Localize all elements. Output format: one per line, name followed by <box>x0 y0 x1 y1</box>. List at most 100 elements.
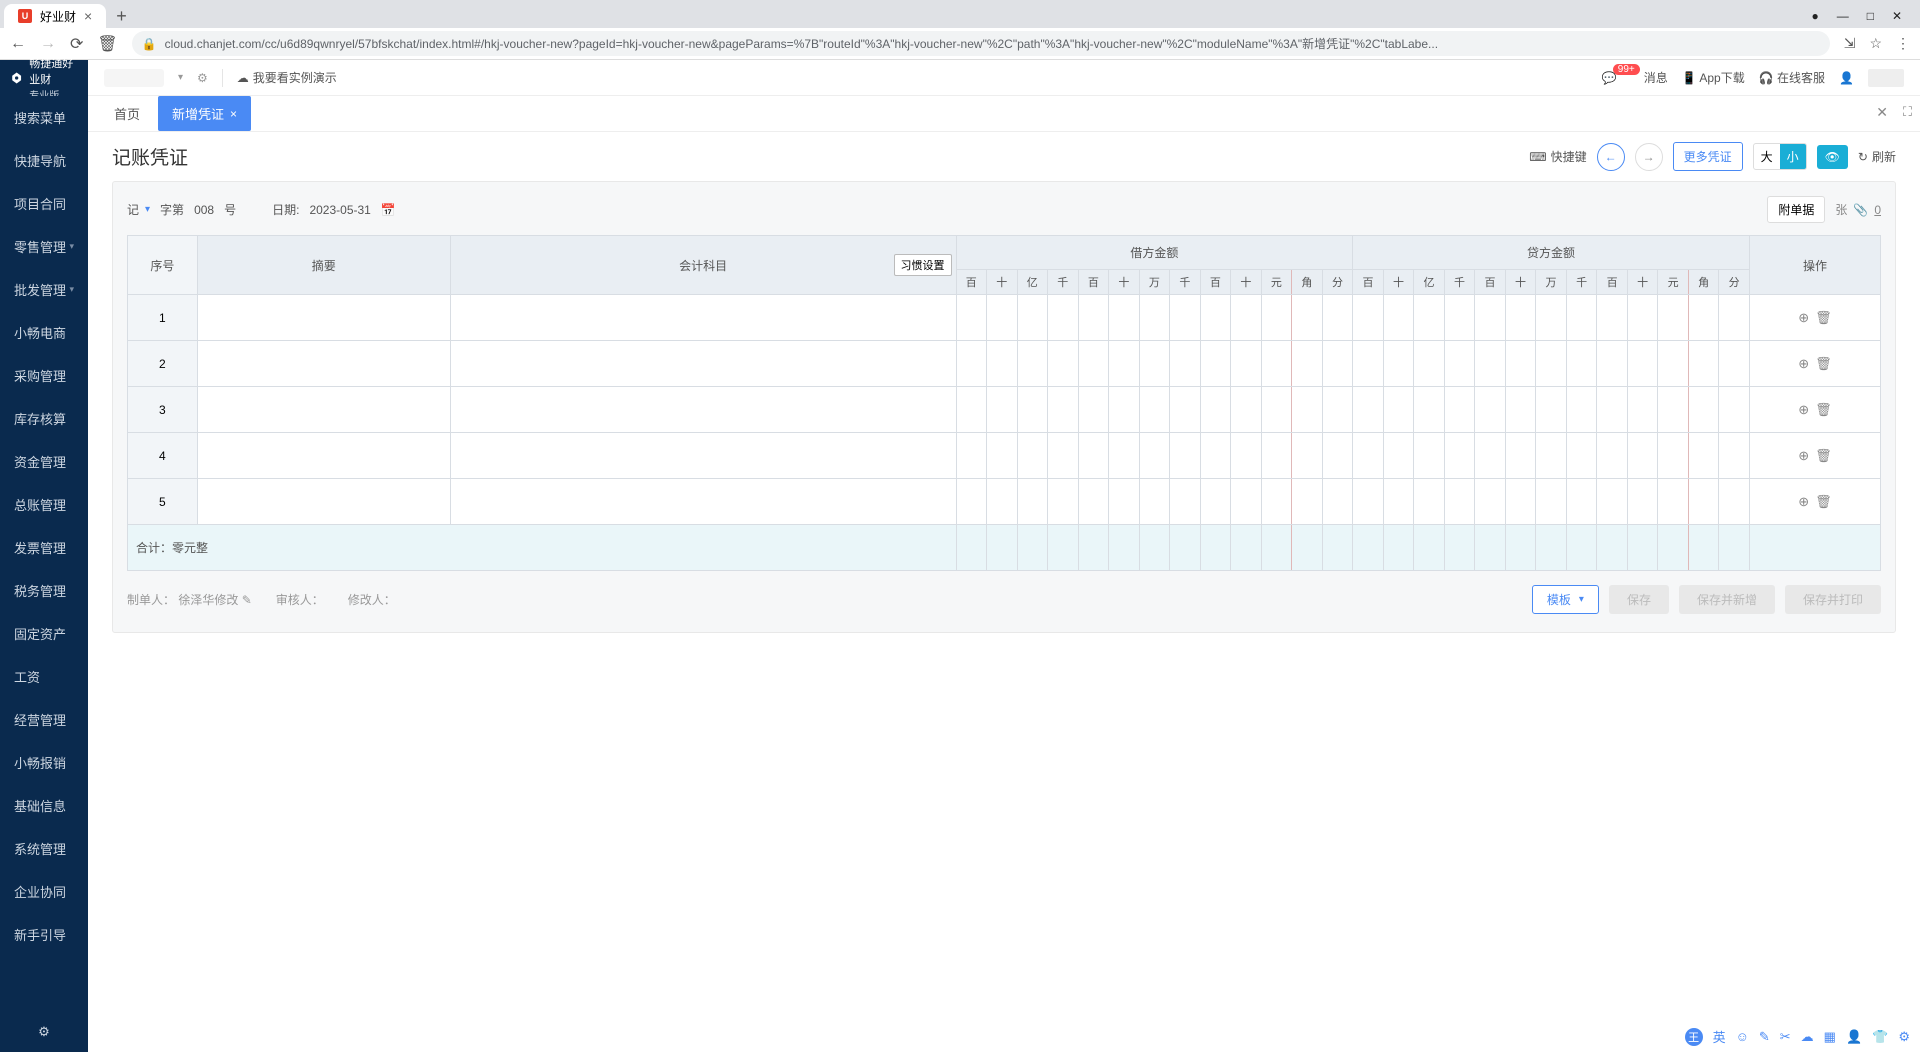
amount-digit-cell[interactable] <box>1627 433 1658 479</box>
user-name-placeholder[interactable] <box>1868 69 1904 87</box>
tray-grid-icon[interactable]: ▦ <box>1824 1029 1836 1045</box>
size-small-button[interactable]: 小 <box>1780 144 1806 169</box>
sidebar-item-4[interactable]: 批发管理▾ <box>0 268 88 311</box>
amount-digit-cell[interactable] <box>1475 387 1506 433</box>
add-row-icon[interactable]: ⊕ <box>1798 448 1809 463</box>
sidebar-item-14[interactable]: 经营管理 <box>0 698 88 741</box>
amount-digit-cell[interactable] <box>1505 341 1536 387</box>
subject-cell[interactable] <box>450 341 956 387</box>
habit-settings-button[interactable]: 习惯设置 <box>894 254 952 276</box>
amount-digit-cell[interactable] <box>1597 479 1628 525</box>
amount-digit-cell[interactable] <box>1566 341 1597 387</box>
sidebar-item-0[interactable]: 搜索菜单 <box>0 96 88 139</box>
amount-digit-cell[interactable] <box>1078 341 1109 387</box>
next-voucher-button[interactable]: → <box>1635 143 1663 171</box>
amount-digit-cell[interactable] <box>1139 341 1170 387</box>
amount-digit-cell[interactable] <box>1383 433 1414 479</box>
amount-digit-cell[interactable] <box>1536 295 1567 341</box>
amount-digit-cell[interactable] <box>1261 295 1292 341</box>
shortcut-button[interactable]: ⌨ 快捷键 <box>1529 148 1586 165</box>
amount-digit-cell[interactable] <box>1261 341 1292 387</box>
trash-icon[interactable]: 🗑 <box>97 34 117 54</box>
sidebar-item-18[interactable]: 企业协同 <box>0 870 88 913</box>
voucher-number[interactable]: 008 <box>194 203 214 217</box>
tray-cloud-icon[interactable]: ☁ <box>1801 1029 1814 1045</box>
tab-new-voucher[interactable]: 新增凭证 × <box>158 96 251 131</box>
amount-digit-cell[interactable] <box>1719 433 1750 479</box>
amount-digit-cell[interactable] <box>1383 341 1414 387</box>
sidebar-item-9[interactable]: 总账管理 <box>0 483 88 526</box>
amount-digit-cell[interactable] <box>1139 479 1170 525</box>
amount-digit-cell[interactable] <box>1475 295 1506 341</box>
amount-digit-cell[interactable] <box>1505 433 1536 479</box>
amount-digit-cell[interactable] <box>1139 387 1170 433</box>
calendar-icon[interactable]: 📅 <box>381 203 396 217</box>
summary-cell[interactable] <box>197 433 450 479</box>
amount-digit-cell[interactable] <box>1109 295 1140 341</box>
amount-digit-cell[interactable] <box>1292 433 1323 479</box>
amount-digit-cell[interactable] <box>1383 295 1414 341</box>
amount-digit-cell[interactable] <box>1231 341 1262 387</box>
tray-shirt-icon[interactable]: 👕 <box>1872 1029 1888 1045</box>
amount-digit-cell[interactable] <box>1597 295 1628 341</box>
amount-digit-cell[interactable] <box>1597 341 1628 387</box>
amount-digit-cell[interactable] <box>1658 341 1689 387</box>
back-icon[interactable]: ← <box>10 35 26 53</box>
amount-digit-cell[interactable] <box>956 433 987 479</box>
amount-digit-cell[interactable] <box>1048 341 1079 387</box>
amount-digit-cell[interactable] <box>1078 387 1109 433</box>
amount-digit-cell[interactable] <box>1566 387 1597 433</box>
amount-digit-cell[interactable] <box>1505 295 1536 341</box>
amount-digit-cell[interactable] <box>1658 295 1689 341</box>
sidebar-item-19[interactable]: 新手引导 <box>0 913 88 956</box>
delete-row-icon[interactable]: 🗑 <box>1815 402 1832 417</box>
amount-digit-cell[interactable] <box>1261 479 1292 525</box>
reload-icon[interactable]: ⟳ <box>70 34 83 54</box>
amount-digit-cell[interactable] <box>1261 433 1292 479</box>
amount-digit-cell[interactable] <box>1627 387 1658 433</box>
amount-digit-cell[interactable] <box>1627 479 1658 525</box>
amount-digit-cell[interactable] <box>1109 479 1140 525</box>
amount-digit-cell[interactable] <box>956 341 987 387</box>
amount-digit-cell[interactable] <box>1109 433 1140 479</box>
amount-digit-cell[interactable] <box>1597 387 1628 433</box>
amount-digit-cell[interactable] <box>1688 341 1719 387</box>
tray-edit-icon[interactable]: ✎ <box>1759 1029 1770 1045</box>
amount-digit-cell[interactable] <box>1444 433 1475 479</box>
sidebar-item-7[interactable]: 库存核算 <box>0 397 88 440</box>
gear-icon[interactable]: ⚙ <box>197 71 208 85</box>
amount-digit-cell[interactable] <box>1444 341 1475 387</box>
amount-digit-cell[interactable] <box>1200 387 1231 433</box>
amount-digit-cell[interactable] <box>1139 433 1170 479</box>
amount-digit-cell[interactable] <box>1200 433 1231 479</box>
maximize-icon[interactable]: □ <box>1867 9 1874 23</box>
amount-digit-cell[interactable] <box>1353 433 1384 479</box>
amount-digit-cell[interactable] <box>1444 295 1475 341</box>
amount-digit-cell[interactable] <box>1322 433 1353 479</box>
amount-digit-cell[interactable] <box>1719 479 1750 525</box>
sidebar-item-3[interactable]: 零售管理▾ <box>0 225 88 268</box>
star-icon[interactable]: ☆ <box>1869 35 1882 52</box>
voucher-type-selector[interactable]: 记 ▾ <box>127 201 150 218</box>
sidebar-settings-button[interactable]: ⚙ <box>0 1012 88 1052</box>
org-selector[interactable] <box>104 69 164 87</box>
amount-digit-cell[interactable] <box>1139 295 1170 341</box>
sidebar-item-15[interactable]: 小畅报销 <box>0 741 88 784</box>
demo-link[interactable]: ☁ 我要看实例演示 <box>237 69 337 86</box>
voucher-date[interactable]: 2023-05-31 <box>309 203 370 217</box>
amount-digit-cell[interactable] <box>1536 479 1567 525</box>
amount-digit-cell[interactable] <box>1078 295 1109 341</box>
amount-digit-cell[interactable] <box>1170 433 1201 479</box>
amount-digit-cell[interactable] <box>1414 341 1445 387</box>
subject-cell[interactable] <box>450 387 956 433</box>
amount-digit-cell[interactable] <box>1322 387 1353 433</box>
subject-cell[interactable] <box>450 295 956 341</box>
amount-digit-cell[interactable] <box>1048 387 1079 433</box>
amount-digit-cell[interactable] <box>1292 387 1323 433</box>
amount-digit-cell[interactable] <box>1292 341 1323 387</box>
amount-digit-cell[interactable] <box>1536 387 1567 433</box>
sidebar-item-8[interactable]: 资金管理 <box>0 440 88 483</box>
amount-digit-cell[interactable] <box>1170 479 1201 525</box>
amount-digit-cell[interactable] <box>1475 479 1506 525</box>
ime-badge[interactable]: 王 <box>1685 1028 1703 1046</box>
